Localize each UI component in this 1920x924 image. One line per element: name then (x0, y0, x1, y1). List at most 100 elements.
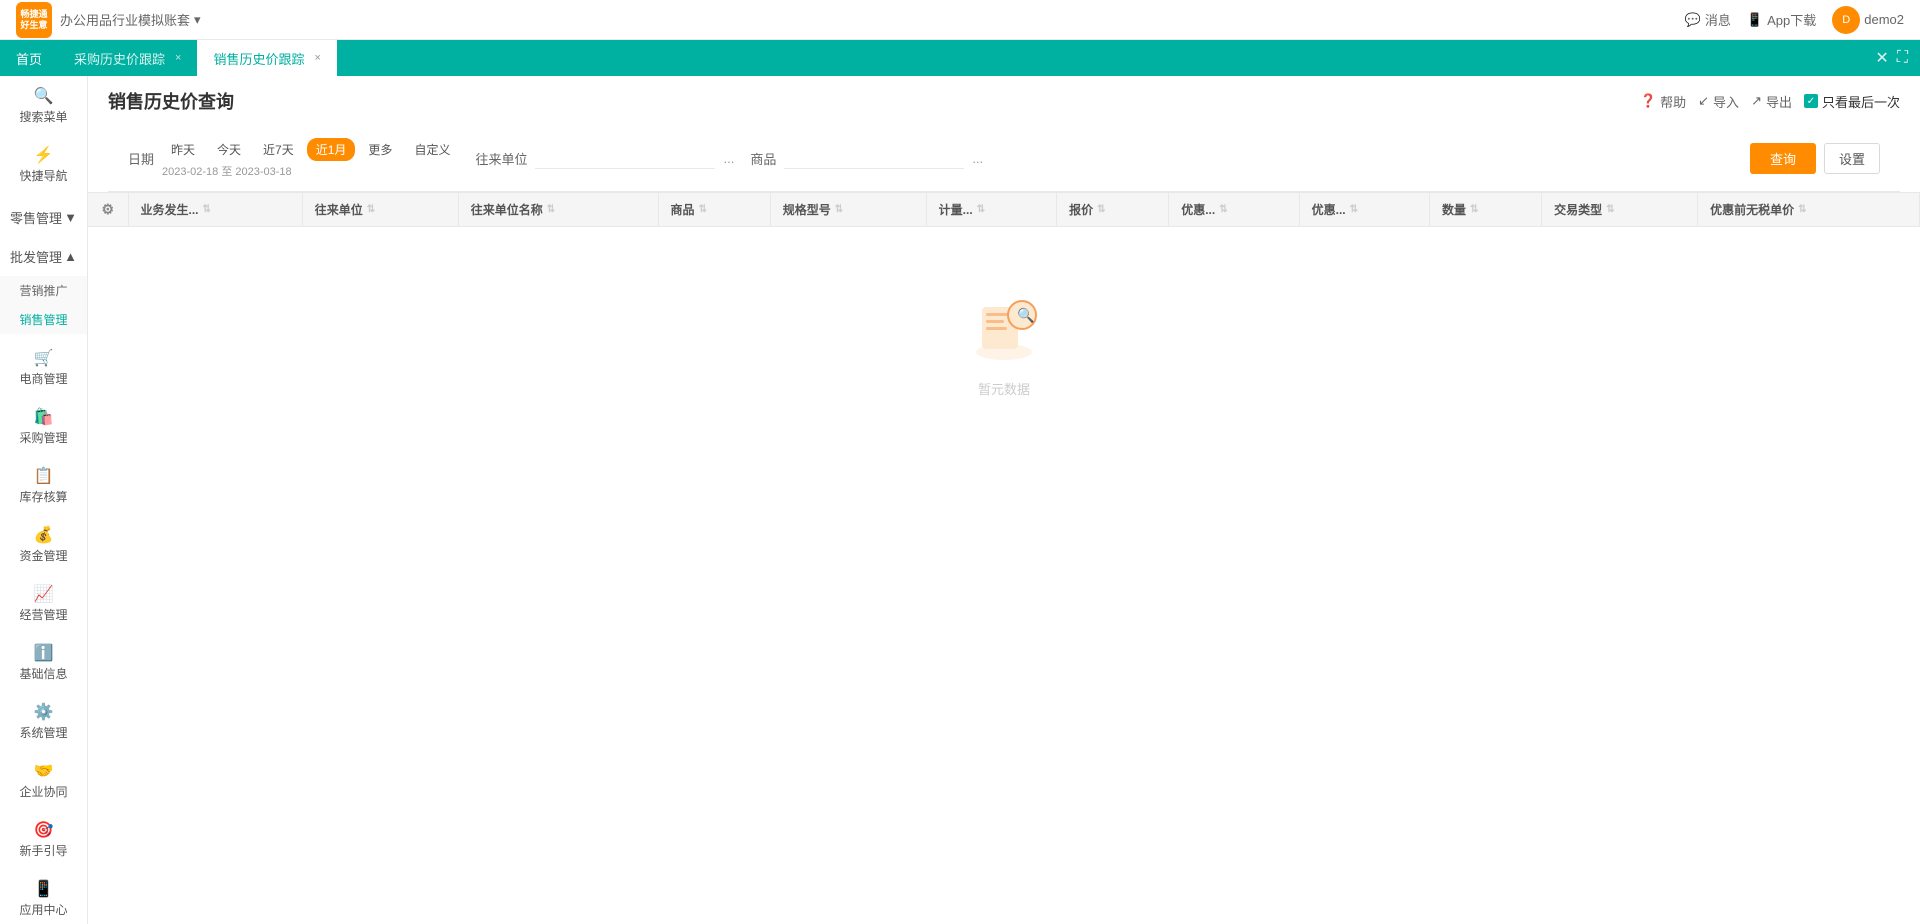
tab-purchase[interactable]: 采购历史价跟踪 × (58, 40, 197, 76)
search-icon: 🔍 (34, 86, 54, 106)
th-quote-label: 报价 (1069, 201, 1093, 218)
th-partner-code[interactable]: 往来单位 ⇅ (302, 193, 458, 227)
last-only-checkbox[interactable]: ✓ (1804, 94, 1818, 108)
sidebar-item-retail-label: 零售管理 (10, 208, 62, 227)
empty-icon: 🔍 (964, 287, 1044, 367)
sidebar-item-wholesale[interactable]: 批发管理 ▲ (0, 237, 87, 276)
sidebar-item-apps[interactable]: 📱 应用中心 (0, 869, 87, 924)
sidebar-item-guide[interactable]: 🎯 新手引导 (0, 810, 87, 869)
partner-input[interactable] (535, 149, 715, 169)
goods-dots: ... (972, 151, 983, 166)
th-discount1[interactable]: 优惠... ⇅ (1169, 193, 1299, 227)
tab-purchase-close[interactable]: × (175, 52, 181, 64)
import-btn[interactable]: ↙ 导入 (1698, 92, 1739, 111)
message-btn[interactable]: 💬 消息 (1685, 10, 1731, 29)
sidebar: 🔍 搜索菜单 ⚡ 快捷导航 零售管理 ▼ 批发管理 ▲ 营销推广 销售管理 🛒 (0, 76, 88, 924)
maximize-btn[interactable]: ⛶ (1897, 49, 1908, 67)
export-btn[interactable]: ↗ 导出 (1751, 92, 1792, 111)
sidebar-item-search-label: 搜索菜单 (19, 108, 67, 125)
avatar: D (1832, 6, 1860, 34)
quick-icon: ⚡ (34, 145, 54, 165)
th-discount1-label: 优惠... (1181, 201, 1215, 218)
th-goods-label: 商品 (671, 201, 695, 218)
sidebar-item-retail[interactable]: 零售管理 ▼ (0, 198, 87, 237)
app-selector[interactable]: 办公用品行业模拟账套 ▾ (60, 10, 201, 29)
last-only-checkbox-container[interactable]: ✓ 只看最后一次 (1804, 92, 1900, 111)
th-discount2[interactable]: 优惠... ⇅ (1299, 193, 1429, 227)
sidebar-item-system[interactable]: ⚙️ 系统管理 (0, 692, 87, 751)
sidebar-sub-sales-mgmt[interactable]: 销售管理 (0, 305, 87, 334)
logo-text: 畅捷通好生意 (20, 9, 47, 31)
date-btn-7days[interactable]: 近7天 (254, 138, 303, 161)
date-btn-custom[interactable]: 自定义 (405, 138, 459, 161)
th-spec[interactable]: 规格型号 ⇅ (770, 193, 926, 227)
date-btn-today[interactable]: 今天 (208, 138, 250, 161)
sidebar-item-finance[interactable]: 💰 资金管理 (0, 515, 87, 574)
system-icon: ⚙️ (34, 702, 54, 722)
th-spec-label: 规格型号 (783, 201, 831, 218)
sidebar-item-purchase[interactable]: 🛍️ 采购管理 (0, 397, 87, 456)
date-btn-more[interactable]: 更多 (359, 138, 401, 161)
th-discount2-label: 优惠... (1312, 201, 1346, 218)
tab-sales-close[interactable]: × (314, 52, 320, 64)
th-goods[interactable]: 商品 ⇅ (658, 193, 770, 227)
th-pretax-price[interactable]: 优惠前无税单价 ⇅ (1698, 193, 1920, 227)
app-download-label: App下载 (1767, 10, 1816, 29)
th-quote[interactable]: 报价 ⇅ (1057, 193, 1169, 227)
partner-dots: ... (723, 151, 734, 166)
tab-sales[interactable]: 销售历史价跟踪 × (197, 40, 336, 76)
main-layout: 🔍 搜索菜单 ⚡ 快捷导航 零售管理 ▼ 批发管理 ▲ 营销推广 销售管理 🛒 (0, 76, 1920, 924)
date-btn-1month[interactable]: 近1月 (307, 138, 356, 161)
sidebar-item-search[interactable]: 🔍 搜索菜单 (0, 76, 87, 135)
ecommerce-icon: 🛒 (34, 348, 54, 368)
th-biz-date[interactable]: 业务发生... ⇅ (128, 193, 302, 227)
tab-home[interactable]: 首页 (0, 40, 58, 76)
th-qty[interactable]: 数量 ⇅ (1430, 193, 1542, 227)
message-label: 消息 (1705, 10, 1731, 29)
close-window-btn[interactable]: ✕ (1875, 48, 1888, 68)
import-label: 导入 (1713, 92, 1739, 111)
sort-arrows-discount1: ⇅ (1219, 204, 1227, 215)
th-trade-type[interactable]: 交易类型 ⇅ (1542, 193, 1698, 227)
tab-purchase-label: 采购历史价跟踪 (74, 49, 165, 68)
goods-input[interactable] (784, 149, 964, 169)
sidebar-item-quick[interactable]: ⚡ 快捷导航 (0, 135, 87, 194)
import-icon: ↙ (1698, 93, 1709, 109)
filter-actions: 查询 设置 (1750, 143, 1880, 174)
settings-button[interactable]: 设置 (1824, 143, 1880, 174)
th-partner-code-label: 往来单位 (315, 201, 363, 218)
th-gear[interactable]: ⚙ (88, 193, 128, 227)
guide-icon: 🎯 (34, 820, 54, 840)
tab-sales-label: 销售历史价跟踪 (213, 49, 304, 68)
sort-arrows-qty: ⇅ (1470, 204, 1478, 215)
export-icon: ↗ (1751, 93, 1762, 109)
sidebar-item-inventory[interactable]: 📋 库存核算 (0, 456, 87, 515)
th-unit[interactable]: 计量... ⇅ (926, 193, 1056, 227)
sidebar-item-system-label: 系统管理 (19, 724, 67, 741)
inventory-icon: 📋 (34, 466, 54, 486)
date-btn-yesterday[interactable]: 昨天 (162, 138, 204, 161)
sidebar-item-wholesale-label: 批发管理 (10, 247, 62, 266)
sidebar-item-ecommerce[interactable]: 🛒 电商管理 (0, 338, 87, 397)
sidebar-item-apps-label: 应用中心 (19, 901, 67, 918)
th-partner-name[interactable]: 往来单位名称 ⇅ (458, 193, 658, 227)
sidebar-item-operations[interactable]: 📈 经营管理 (0, 574, 87, 633)
th-trade-type-label: 交易类型 (1554, 201, 1602, 218)
th-qty-label: 数量 (1442, 201, 1466, 218)
sort-arrows-partner-code: ⇅ (367, 204, 375, 215)
sidebar-item-enterprise[interactable]: 🤝 企业协同 (0, 751, 87, 810)
query-button[interactable]: 查询 (1750, 143, 1816, 174)
sidebar-item-finance-label: 资金管理 (19, 547, 67, 564)
partner-filter-group: 往来单位 ... (475, 149, 734, 169)
sidebar-sub-sales-label: 销售管理 (19, 313, 67, 327)
table-area: ⚙ 业务发生... ⇅ 往来单位 ⇅ (88, 193, 1920, 924)
sidebar-item-basic[interactable]: ℹ️ 基础信息 (0, 633, 87, 692)
basic-icon: ℹ️ (34, 643, 54, 663)
help-btn[interactable]: ❓ 帮助 (1640, 92, 1686, 111)
sidebar-sub-marketing[interactable]: 营销推广 (0, 276, 87, 305)
sidebar-item-guide-label: 新手引导 (19, 842, 67, 859)
app-download-btn[interactable]: 📱 App下载 (1747, 10, 1816, 29)
topbar: 畅捷通好生意 办公用品行业模拟账套 ▾ 💬 消息 📱 App下载 D demo2 (0, 0, 1920, 40)
avatar-initial: D (1842, 14, 1850, 26)
user-menu[interactable]: D demo2 (1832, 6, 1904, 34)
